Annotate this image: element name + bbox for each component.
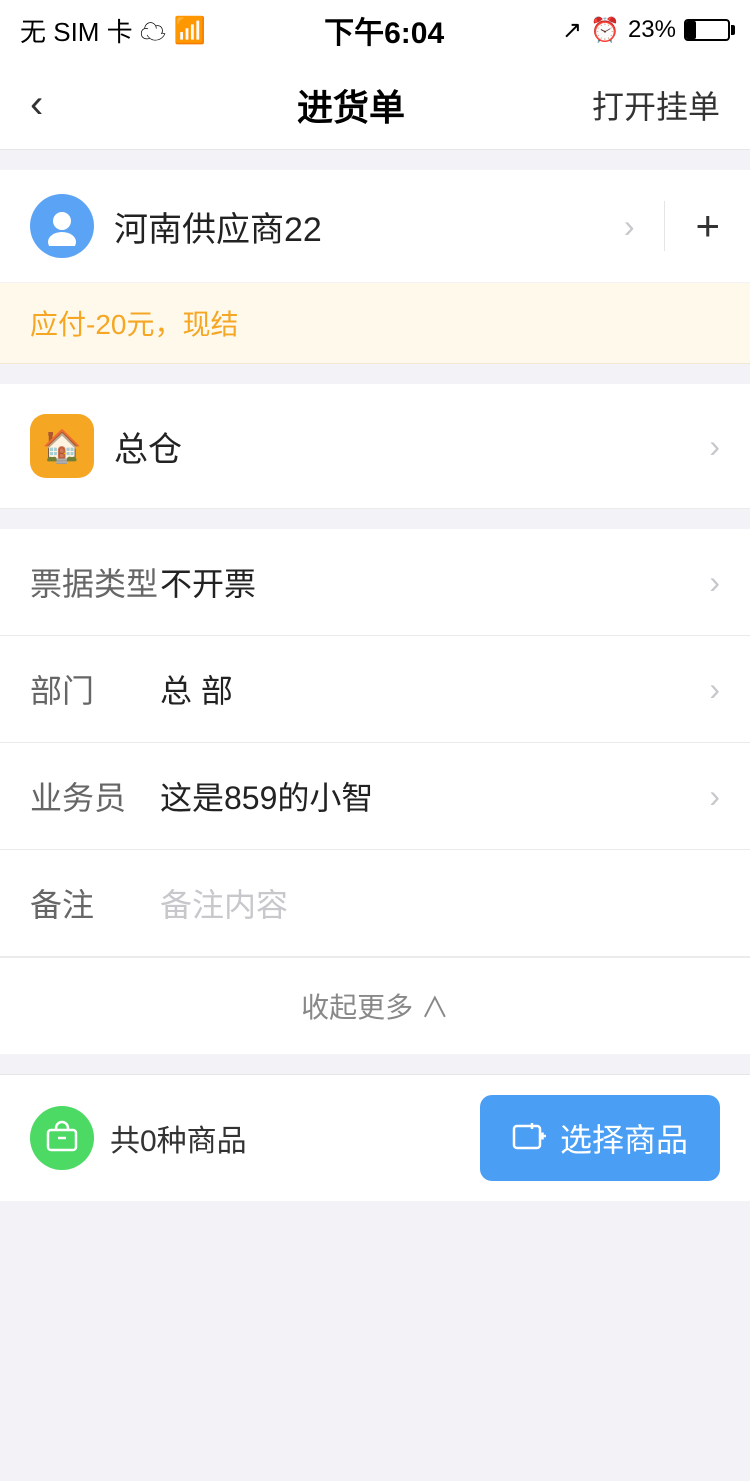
remark-input[interactable]: 备注内容: [160, 880, 720, 926]
department-value: 总 部: [160, 666, 709, 712]
salesperson-label: 业务员: [30, 773, 160, 819]
nav-bar: ‹ 进货单 打开挂单: [0, 60, 750, 150]
supplier-chevron-icon: ›: [624, 208, 635, 245]
supplier-row[interactable]: 河南供应商22 › +: [0, 170, 750, 283]
warehouse-row[interactable]: 🏠 总仓 ›: [0, 384, 750, 509]
page-title: 进货单: [297, 79, 405, 131]
bottom-content-area: [0, 1201, 750, 1481]
supplier-avatar: [30, 194, 94, 258]
add-supplier-button[interactable]: +: [695, 202, 720, 250]
battery-percent: 23%: [628, 16, 676, 44]
section-gap-4: [0, 1054, 750, 1074]
invoice-type-row[interactable]: 票据类型 不开票 ›: [0, 529, 750, 636]
status-bar: 无 SIM 卡 ☁ 📶 下午6:04 ↗ ⏰ 23%: [0, 0, 750, 60]
cart-icon: [44, 1120, 80, 1156]
location-icon: ↗: [562, 16, 582, 45]
house-icon: 🏠: [42, 427, 82, 465]
select-product-button[interactable]: 选择商品: [480, 1095, 720, 1181]
select-product-label: 选择商品: [560, 1115, 688, 1161]
status-left: 无 SIM 卡 ☁ 📶: [20, 12, 206, 49]
warehouse-section: 🏠 总仓 ›: [0, 384, 750, 509]
salesperson-row[interactable]: 业务员 这是859的小智 ›: [0, 743, 750, 850]
notice-banner: 应付-20元，现结: [0, 283, 750, 364]
department-chevron-icon: ›: [709, 671, 720, 708]
divider: [664, 201, 665, 251]
salesperson-value: 这是859的小智: [160, 773, 709, 819]
open-pending-button[interactable]: 打开挂单: [592, 82, 720, 128]
invoice-type-value: 不开票: [160, 559, 709, 605]
collapse-row[interactable]: 收起更多 ∧: [0, 957, 750, 1054]
product-count-text: 共0种商品: [110, 1116, 247, 1160]
back-button[interactable]: ‹: [30, 82, 110, 127]
section-gap-3: [0, 509, 750, 529]
status-right: ↗ ⏰ 23%: [562, 16, 730, 45]
salesperson-chevron-icon: ›: [709, 778, 720, 815]
battery-icon: [684, 19, 730, 41]
department-row[interactable]: 部门 总 部 ›: [0, 636, 750, 743]
supplier-section: 河南供应商22 › + 应付-20元，现结: [0, 170, 750, 364]
sim-status: 无 SIM 卡 ☁: [20, 12, 166, 49]
supplier-name: 河南供应商22: [114, 202, 624, 251]
product-count-wrapper: 共0种商品: [30, 1106, 247, 1170]
section-gap-1: [0, 150, 750, 170]
remark-row[interactable]: 备注 备注内容: [0, 850, 750, 957]
status-time: 下午6:04: [324, 8, 444, 52]
alarm-icon: ⏰: [590, 16, 620, 45]
product-icon-circle: [30, 1106, 94, 1170]
supplier-actions: › +: [624, 201, 720, 251]
wifi-icon: 📶: [174, 15, 206, 46]
invoice-type-label: 票据类型: [30, 559, 160, 605]
warehouse-chevron-icon: ›: [709, 428, 720, 465]
invoice-chevron-icon: ›: [709, 564, 720, 601]
bottom-bar: 共0种商品 选择商品: [0, 1074, 750, 1201]
warehouse-icon-bg: 🏠: [30, 414, 94, 478]
user-icon: [42, 206, 82, 246]
collapse-label: 收起更多 ∧: [301, 986, 449, 1026]
warehouse-name: 总仓: [114, 422, 709, 471]
fields-section: 票据类型 不开票 › 部门 总 部 › 业务员 这是859的小智 › 备注 备注…: [0, 529, 750, 1054]
select-product-icon: [512, 1120, 548, 1156]
department-label: 部门: [30, 666, 160, 712]
section-gap-2: [0, 364, 750, 384]
remark-label: 备注: [30, 880, 160, 926]
